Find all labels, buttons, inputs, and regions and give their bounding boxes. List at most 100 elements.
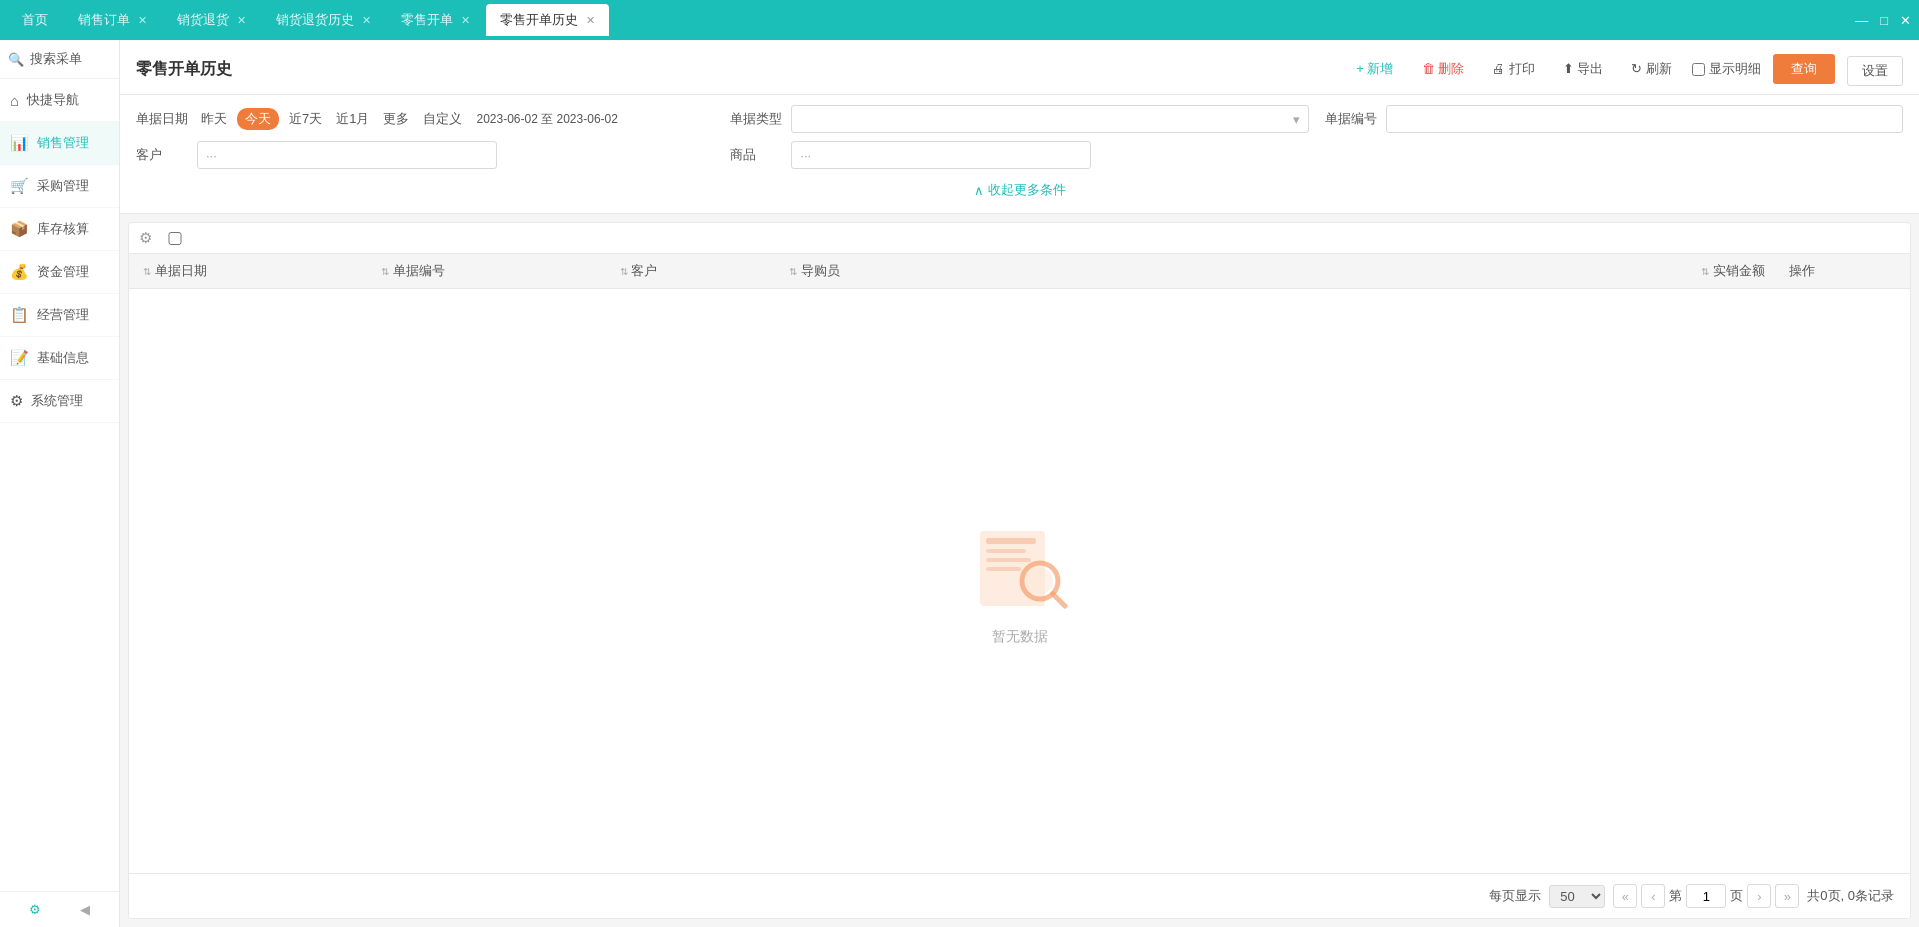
sidebar-item-finance-label: 资金管理 xyxy=(37,263,89,281)
maximize-button[interactable]: □ xyxy=(1880,13,1888,28)
empty-state: 暂无数据 xyxy=(129,289,1910,873)
refresh-button[interactable]: ↻ 刷新 xyxy=(1623,56,1680,82)
clipboard-icon: 📋 xyxy=(10,306,29,324)
tab-retail-open-history-close[interactable]: ✕ xyxy=(586,14,595,27)
date-option-1month[interactable]: 近1月 xyxy=(332,108,373,130)
col-date: ⇅ 单据日期 xyxy=(129,254,367,289)
tab-retail-open[interactable]: 零售开单 ✕ xyxy=(387,4,484,36)
tab-list: 首页 销售订单 ✕ 销货退货 ✕ 销货退货历史 ✕ 零售开单 ✕ 零售开单历史 … xyxy=(8,4,1855,36)
close-button[interactable]: ✕ xyxy=(1900,13,1911,28)
sort-icon-date[interactable]: ⇅ xyxy=(143,266,151,277)
show-detail-input[interactable] xyxy=(1692,63,1705,76)
sidebar-item-purchase-mgmt-label: 采购管理 xyxy=(37,177,89,195)
tab-sales-order-label: 销售订单 xyxy=(78,11,130,29)
filter-row-1: 单据日期 昨天 今天 近7天 近1月 更多 自定义 2023-06-02 至 2… xyxy=(136,105,1903,133)
setting-button[interactable]: 设置 xyxy=(1847,56,1903,86)
page-label: 第 xyxy=(1669,887,1682,905)
tab-home-label: 首页 xyxy=(22,11,48,29)
goods-select[interactable]: ··· xyxy=(791,141,1091,169)
date-option-yesterday[interactable]: 昨天 xyxy=(197,108,231,130)
date-range-display: 2023-06-02 至 2023-06-02 xyxy=(476,111,617,128)
sidebar-search-label: 搜索采单 xyxy=(30,50,82,68)
sidebar-item-operations[interactable]: 📋 经营管理 xyxy=(0,294,119,337)
empty-text: 暂无数据 xyxy=(992,628,1048,646)
sort-icon-guide[interactable]: ⇅ xyxy=(789,266,797,277)
col-amount-label: 实销金额 xyxy=(1713,263,1765,278)
tab-sales-return[interactable]: 销货退货 ✕ xyxy=(163,4,260,36)
sidebar-item-base-info[interactable]: 📝 基础信息 xyxy=(0,337,119,380)
tab-retail-open-history[interactable]: 零售开单历史 ✕ xyxy=(486,4,609,36)
sidebar-bottom: ⚙ ◀ xyxy=(0,891,119,927)
sidebar-item-base-info-label: 基础信息 xyxy=(37,349,89,367)
date-option-more[interactable]: 更多 xyxy=(379,108,413,130)
first-page-button[interactable]: « xyxy=(1613,884,1637,908)
minimize-button[interactable]: — xyxy=(1855,13,1868,28)
customer-label: 客户 xyxy=(136,146,191,164)
collapse-sidebar-icon[interactable]: ◀ xyxy=(80,902,90,917)
top-bar: 首页 销售订单 ✕ 销货退货 ✕ 销货退货历史 ✕ 零售开单 ✕ 零售开单历史 … xyxy=(0,0,1919,40)
sidebar-item-inventory-label: 库存核算 xyxy=(37,220,89,238)
sidebar-item-inventory[interactable]: 📦 库存核算 xyxy=(0,208,119,251)
tab-home[interactable]: 首页 xyxy=(8,4,62,36)
sidebar-item-operations-label: 经营管理 xyxy=(37,306,89,324)
cart-icon: 🛒 xyxy=(10,177,29,195)
page-suffix: 页 xyxy=(1730,887,1743,905)
sort-icon-no[interactable]: ⇅ xyxy=(381,266,389,277)
settings-bottom-icon[interactable]: ⚙ xyxy=(29,902,41,917)
sidebar-item-finance[interactable]: 💰 资金管理 xyxy=(0,251,119,294)
sidebar-item-quick-nav-label: 快捷导航 xyxy=(27,91,79,109)
last-page-button[interactable]: » xyxy=(1775,884,1799,908)
search-icon: 🔍 xyxy=(8,52,24,67)
sidebar-search[interactable]: 🔍 搜索采单 xyxy=(0,40,119,79)
order-type-filter: 单据类型 ▾ xyxy=(730,105,1308,133)
export-button[interactable]: ⬆ 导出 xyxy=(1555,56,1612,82)
col-no-label: 单据编号 xyxy=(393,263,445,278)
order-no-input[interactable] xyxy=(1386,105,1903,133)
customer-select[interactable]: ··· xyxy=(197,141,497,169)
delete-button[interactable]: 🗑 删除 xyxy=(1414,56,1473,82)
next-page-button[interactable]: › xyxy=(1747,884,1771,908)
per-page-select[interactable]: 50 20 100 xyxy=(1549,885,1605,908)
date-option-today[interactable]: 今天 xyxy=(237,108,279,130)
sort-icon-customer[interactable]: ⇅ xyxy=(620,266,628,277)
sidebar-item-system-mgmt[interactable]: ⚙ 系统管理 xyxy=(0,380,119,423)
query-button[interactable]: 查询 xyxy=(1773,54,1835,84)
sort-icon-amount[interactable]: ⇅ xyxy=(1701,266,1709,277)
tab-sales-return-close[interactable]: ✕ xyxy=(237,14,246,27)
date-option-7days[interactable]: 近7天 xyxy=(285,108,326,130)
select-all-checkbox[interactable] xyxy=(160,232,190,245)
date-filter-label: 单据日期 xyxy=(136,110,191,128)
sidebar-item-purchase-mgmt[interactable]: 🛒 采购管理 xyxy=(0,165,119,208)
col-date-label: 单据日期 xyxy=(155,263,207,278)
filter-area: 单据日期 昨天 今天 近7天 近1月 更多 自定义 2023-06-02 至 2… xyxy=(120,95,1919,214)
prev-page-button[interactable]: ‹ xyxy=(1641,884,1665,908)
sidebar-item-sales-mgmt[interactable]: 📊 销售管理 xyxy=(0,122,119,165)
goods-label: 商品 xyxy=(730,146,785,164)
tab-sales-order-close[interactable]: ✕ xyxy=(138,14,147,27)
tab-retail-open-history-label: 零售开单历史 xyxy=(500,11,578,29)
sidebar-item-quick-nav[interactable]: ⌂ 快捷导航 xyxy=(0,79,119,122)
show-detail-checkbox[interactable]: 显示明细 xyxy=(1692,60,1761,78)
svg-line-7 xyxy=(1053,594,1065,606)
per-page-label: 每页显示 xyxy=(1489,887,1541,905)
svg-rect-1 xyxy=(986,538,1036,544)
tab-sales-return-history[interactable]: 销货退货历史 ✕ xyxy=(262,4,385,36)
table-toolbar: ⚙ xyxy=(129,223,1910,254)
collapse-row: ∧ 收起更多条件 xyxy=(136,177,1903,203)
main-layout: 🔍 搜索采单 ⌂ 快捷导航 📊 销售管理 🛒 采购管理 📦 库存核算 💰 资金管… xyxy=(0,40,1919,927)
customer-filter: 客户 ··· xyxy=(136,141,714,169)
empty-illustration xyxy=(960,516,1080,616)
tab-sales-return-history-close[interactable]: ✕ xyxy=(362,14,371,27)
chevron-up-icon: ∧ xyxy=(974,183,984,198)
page-input[interactable] xyxy=(1686,884,1726,908)
print-button[interactable]: 🖨 打印 xyxy=(1484,56,1543,82)
order-type-select[interactable]: ▾ xyxy=(791,105,1308,133)
tab-retail-open-close[interactable]: ✕ xyxy=(461,14,470,27)
page-nav: « ‹ 第 页 › » xyxy=(1613,884,1799,908)
collapse-button[interactable]: ∧ 收起更多条件 xyxy=(970,177,1070,203)
date-option-custom[interactable]: 自定义 xyxy=(419,108,466,130)
add-button[interactable]: + 新增 xyxy=(1348,56,1401,82)
box-icon: 📦 xyxy=(10,220,29,238)
tab-sales-order[interactable]: 销售订单 ✕ xyxy=(64,4,161,36)
table-settings-icon[interactable]: ⚙ xyxy=(139,229,152,247)
